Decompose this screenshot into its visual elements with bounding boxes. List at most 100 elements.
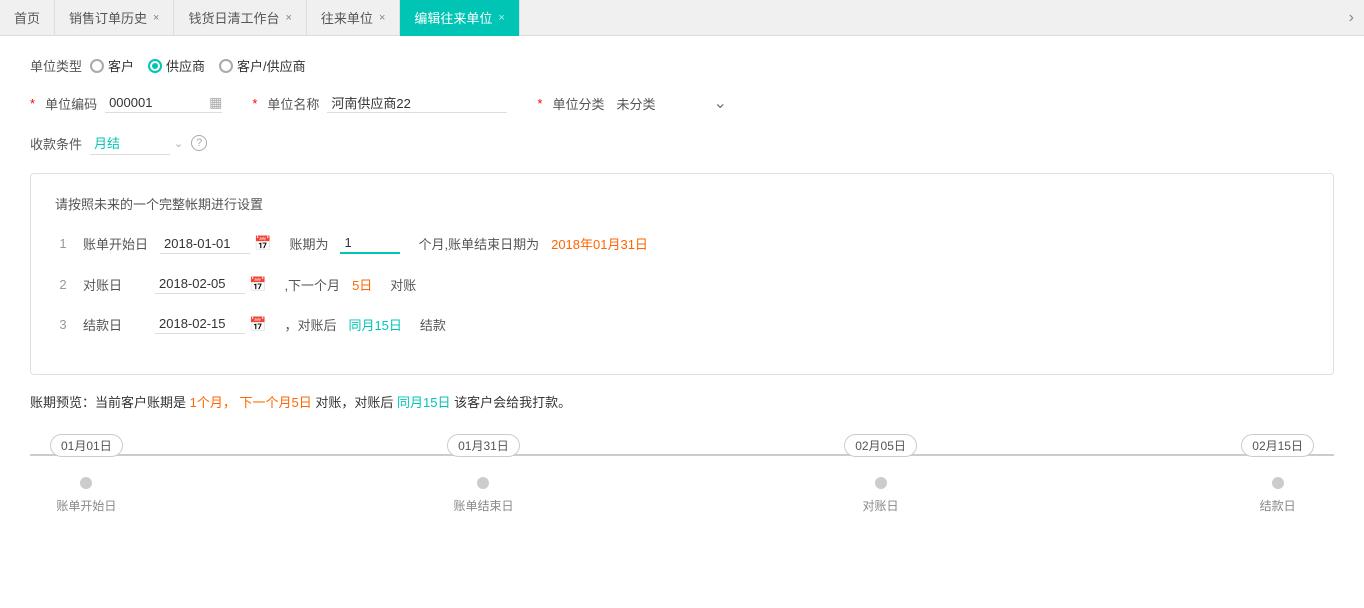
tab-scroll-right[interactable]: ›: [1339, 9, 1364, 27]
timeline-item-4: 02月15日 结款日: [1241, 434, 1314, 514]
radio-circle-both: [219, 59, 233, 73]
close-tab-edit-unit[interactable]: ×: [498, 12, 504, 24]
period-desc-2a: ,下一个月: [284, 275, 340, 294]
unit-category-value: 未分类: [616, 94, 655, 113]
timeline-label-1: 账单开始日: [56, 497, 116, 514]
period-same-month: 同月15日: [348, 315, 401, 334]
unit-type-row: 单位类型 客户 供应商 客户/供应商: [30, 56, 1334, 75]
radio-supplier[interactable]: 供应商: [148, 56, 205, 75]
timeline-dot-4: [1272, 477, 1284, 489]
timeline-item-2: 01月31日 账单结束日: [447, 434, 520, 514]
period-label-2: 对账日: [83, 275, 143, 294]
tab-unit-list[interactable]: 往来单位 ×: [307, 0, 400, 36]
unit-name-label: 单位名称: [267, 94, 319, 113]
date-field-3[interactable]: [155, 314, 245, 334]
tab-cash-work[interactable]: 钱货日清工作台 ×: [174, 0, 306, 36]
close-tab-unit[interactable]: ×: [379, 12, 385, 24]
calendar-icon-3[interactable]: 📅: [249, 316, 266, 333]
period-row-3: 3 结款日 📅 ，对账后 同月15日 结款: [55, 314, 1309, 334]
period-months-input[interactable]: [340, 233, 400, 254]
date-input-2: 📅: [155, 274, 266, 294]
date-input-1: 📅: [160, 234, 271, 254]
unit-category-arrow[interactable]: ⌄: [713, 93, 726, 113]
date-field-1[interactable]: [160, 234, 250, 254]
period-desc-2b: 对账: [390, 275, 416, 294]
calendar-icon-2[interactable]: 📅: [249, 276, 266, 293]
unit-type-label: 单位类型: [30, 56, 82, 75]
preview-mid: 对账，对账后: [315, 395, 393, 410]
unit-code-input-wrap: ▦: [105, 93, 222, 113]
unit-type-group: 单位类型 客户 供应商 客户/供应商: [30, 56, 306, 75]
tab-edit-unit[interactable]: 编辑往来单位 ×: [400, 0, 519, 36]
period-desc-3a: ，对账后: [284, 315, 336, 334]
code-name-row: * 单位编码 ▦ * 单位名称 * 单位分类 未分类 ⌄: [30, 93, 1334, 113]
period-label-3: 结款日: [83, 315, 143, 334]
payment-select[interactable]: 月结 ⌄: [90, 131, 183, 155]
required-star-code: *: [30, 96, 35, 111]
unit-code-input[interactable]: [105, 93, 205, 112]
date-field-2[interactable]: [155, 274, 245, 294]
tab-bar: 首页 销售订单历史 × 钱货日清工作台 × 往来单位 × 编辑往来单位 × ›: [0, 0, 1364, 36]
timeline-label-3: 对账日: [863, 497, 899, 514]
required-star-cat: *: [537, 96, 542, 111]
preview-item3: 同月15日: [397, 395, 450, 410]
timeline: 01月01日 账单开始日 01月31日 账单结束日 02月05日 对账日 02月…: [30, 434, 1334, 514]
payment-group: 收款条件 月结 ⌄ ?: [30, 131, 207, 155]
unit-category-group: * 单位分类 未分类 ⌄: [537, 93, 727, 113]
timeline-items: 01月01日 账单开始日 01月31日 账单结束日 02月05日 对账日 02月…: [50, 434, 1314, 514]
inner-box-title: 请按照未来的一个完整帐期进行设置: [55, 194, 1309, 213]
period-next-month: 5日: [352, 275, 372, 294]
radio-both[interactable]: 客户/供应商: [219, 56, 306, 75]
unit-code-icon[interactable]: ▦: [209, 94, 222, 111]
payment-arrow: ⌄: [174, 137, 183, 150]
tab-sales-history[interactable]: 销售订单历史 ×: [55, 0, 174, 36]
unit-code-group: * 单位编码 ▦: [30, 93, 222, 113]
unit-name-input[interactable]: [327, 93, 507, 113]
close-tab-sales[interactable]: ×: [153, 12, 159, 24]
preview-item1: 1个月，: [190, 395, 236, 410]
period-desc-1b: 个月,账单结束日期为: [418, 234, 539, 253]
period-desc-3b: 结款: [420, 315, 446, 334]
period-num-3: 3: [55, 317, 71, 332]
period-num-2: 2: [55, 277, 71, 292]
close-tab-cash[interactable]: ×: [285, 12, 291, 24]
timeline-label-2: 账单结束日: [453, 497, 513, 514]
payment-label: 收款条件: [30, 134, 82, 153]
date-input-3: 📅: [155, 314, 266, 334]
timeline-item-1: 01月01日 账单开始日: [50, 434, 123, 514]
radio-label-supplier: 供应商: [166, 56, 205, 75]
timeline-item-3: 02月05日 对账日: [844, 434, 917, 514]
period-desc-1a: 账期为: [289, 234, 328, 253]
radio-group: 客户 供应商 客户/供应商: [90, 56, 306, 75]
calendar-icon-1[interactable]: 📅: [254, 235, 271, 252]
unit-name-group: * 单位名称: [252, 93, 507, 113]
required-star-name: *: [252, 96, 257, 111]
timeline-badge-3: 02月05日: [844, 434, 917, 457]
period-num-1: 1: [55, 236, 71, 251]
preview-prefix: 账期预览：当前客户账期是: [30, 395, 186, 410]
radio-customer[interactable]: 客户: [90, 56, 134, 75]
payment-row: 收款条件 月结 ⌄ ?: [30, 131, 1334, 155]
radio-circle-customer: [90, 59, 104, 73]
inner-box: 请按照未来的一个完整帐期进行设置 1 账单开始日 📅 账期为 个月,账单结束日期…: [30, 173, 1334, 375]
radio-label-customer: 客户: [108, 56, 134, 75]
payment-value: 月结: [90, 131, 170, 155]
timeline-badge-2: 01月31日: [447, 434, 520, 457]
timeline-dot-3: [875, 477, 887, 489]
timeline-badge-4: 02月15日: [1241, 434, 1314, 457]
preview-text: 账期预览：当前客户账期是 1个月， 下一个月5日 对账，对账后 同月15日 该客…: [30, 391, 1334, 414]
unit-category-label: 单位分类: [552, 94, 604, 113]
radio-label-both: 客户/供应商: [237, 56, 306, 75]
timeline-dot-1: [80, 477, 92, 489]
preview-item2: 下一个月5日: [240, 395, 312, 410]
main-content: 单位类型 客户 供应商 客户/供应商 * 单位编码: [0, 36, 1364, 608]
period-label-1: 账单开始日: [83, 234, 148, 253]
help-icon[interactable]: ?: [191, 135, 207, 151]
preview-suffix: 该客户会给我打款。: [454, 395, 571, 410]
timeline-dot-2: [477, 477, 489, 489]
period-row-2: 2 对账日 📅 ,下一个月 5日 对账: [55, 274, 1309, 294]
tab-home[interactable]: 首页: [0, 0, 55, 36]
timeline-badge-1: 01月01日: [50, 434, 123, 457]
radio-circle-supplier: [148, 59, 162, 73]
timeline-label-4: 结款日: [1260, 497, 1296, 514]
